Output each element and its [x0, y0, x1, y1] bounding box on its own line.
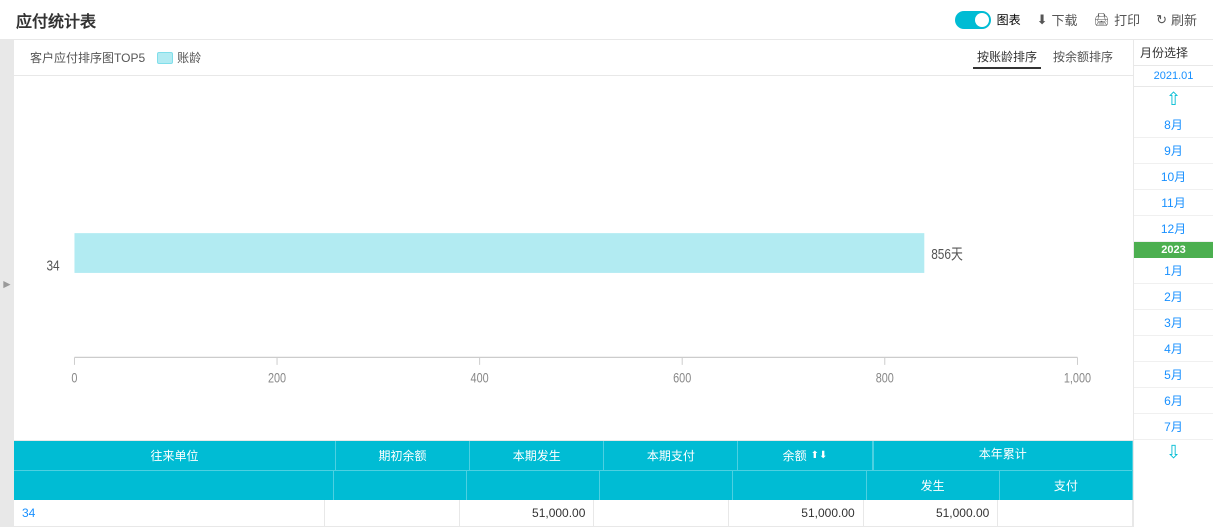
main-content: ► 客户应付排序图TOP5 账龄 按账龄排序 按余额排序 — [0, 40, 1213, 527]
sidebar-month-1[interactable]: 1月 — [1134, 258, 1213, 284]
sidebar-header-label: 月份选择 — [1140, 44, 1188, 61]
chart-controls: 客户应付排序图TOP5 账龄 按账龄排序 按余额排序 — [14, 40, 1133, 76]
sidebar-month-9[interactable]: 9月 — [1134, 138, 1213, 164]
chart-toggle-label: 图表 — [997, 11, 1021, 28]
sidebar-month-11[interactable]: 11月 — [1134, 190, 1213, 216]
svg-text:1,000: 1,000 — [1064, 370, 1091, 385]
th-paid: 本期支付 — [604, 441, 738, 470]
th-sub-paid — [600, 471, 733, 500]
svg-text:0: 0 — [71, 370, 77, 385]
svg-text:200: 200 — [268, 370, 286, 385]
th-opening: 期初余额 — [336, 441, 470, 470]
chart-bar — [74, 233, 924, 273]
sidebar-header: 月份选择 — [1134, 40, 1213, 66]
td-ytd-paid — [998, 500, 1133, 526]
chart-area: 客户应付排序图TOP5 账龄 按账龄排序 按余额排序 34 — [14, 40, 1133, 527]
td-balance: 51,000.00 — [729, 500, 864, 526]
th-sub-occurred — [467, 471, 600, 500]
sidebar-month-10[interactable]: 10月 — [1134, 164, 1213, 190]
sidebar-month-4[interactable]: 4月 — [1134, 336, 1213, 362]
collapse-button[interactable]: ► — [0, 40, 14, 527]
legend-item-age: 账龄 — [157, 49, 201, 66]
svg-text:600: 600 — [673, 370, 691, 385]
header-actions: 图表 ⬇ 下载 🖨 打印 ↻ 刷新 — [955, 10, 1197, 29]
th-ytd: 本年累计 — [873, 441, 1133, 470]
page: 应付统计表 图表 ⬇ 下载 🖨 打印 ↻ 刷新 ► — [0, 0, 1213, 527]
sidebar-month-3[interactable]: 3月 — [1134, 310, 1213, 336]
sidebar-month-6[interactable]: 6月 — [1134, 388, 1213, 414]
download-icon: ⬇ — [1037, 12, 1048, 28]
sidebar-month-8[interactable]: 8月 — [1134, 112, 1213, 138]
chart-toggle[interactable] — [955, 11, 991, 29]
sidebar-year-marker: 2023 — [1134, 242, 1213, 258]
sidebar-month-7[interactable]: 7月 — [1134, 414, 1213, 440]
refresh-button[interactable]: ↻ 刷新 — [1156, 10, 1197, 29]
table-row: 34 51,000.00 51,000.00 51,000.00 — [14, 500, 1133, 527]
th-balance: 余额⬆⬇ — [738, 441, 872, 470]
table-header-row2: 发生 支付 — [14, 470, 1133, 500]
print-icon: 🖨 — [1094, 12, 1111, 28]
sidebar: 月份选择 2021.01 ⇧ 8月 9月 10月 11月 12月 2023 1月… — [1133, 40, 1213, 527]
chart-legend: 客户应付排序图TOP5 账龄 — [30, 49, 201, 66]
chart-svg: 34 856天 0 200 400 600 — [30, 84, 1117, 432]
sidebar-nav-up-button[interactable]: ⇧ — [1134, 87, 1213, 112]
td-opening — [325, 500, 460, 526]
td-ytd-occurred: 51,000.00 — [864, 500, 999, 526]
source-link[interactable]: 34 — [22, 506, 35, 520]
th-sub-ytd-paid: 支付 — [1000, 471, 1133, 500]
th-sub-source — [14, 471, 334, 500]
data-table: 往来单位 期初余额 本期发生 本期支付 余额⬆⬇ 本年累计 发生 支付 — [14, 440, 1133, 527]
sidebar-month-5[interactable]: 5月 — [1134, 362, 1213, 388]
th-sub-balance — [733, 471, 866, 500]
td-paid — [594, 500, 729, 526]
table-header-row1: 往来单位 期初余额 本期发生 本期支付 余额⬆⬇ 本年累计 — [14, 441, 1133, 470]
legend-item-title: 客户应付排序图TOP5 — [30, 49, 145, 66]
header: 应付统计表 图表 ⬇ 下载 🖨 打印 ↻ 刷新 — [0, 0, 1213, 40]
download-button[interactable]: ⬇ 下载 — [1037, 10, 1078, 29]
sort-buttons: 按账龄排序 按余额排序 — [973, 46, 1117, 69]
refresh-icon: ↻ — [1156, 12, 1167, 28]
sidebar-nav-down-button[interactable]: ⇩ — [1134, 440, 1213, 465]
page-title: 应付统计表 — [16, 8, 96, 32]
svg-text:800: 800 — [876, 370, 894, 385]
print-button[interactable]: 🖨 打印 — [1094, 10, 1141, 29]
th-sub-ytd-occurred: 发生 — [867, 471, 1000, 500]
sidebar-month-12[interactable]: 12月 — [1134, 216, 1213, 242]
legend-color-box — [157, 52, 173, 64]
td-source[interactable]: 34 — [14, 500, 325, 526]
download-label: 下载 — [1052, 10, 1078, 29]
sort-by-age-button[interactable]: 按账龄排序 — [973, 46, 1041, 69]
sidebar-current-date: 2021.01 — [1134, 66, 1213, 87]
bar-value-label: 856天 — [931, 246, 963, 263]
svg-text:400: 400 — [471, 370, 489, 385]
legend-title-text: 客户应付排序图TOP5 — [30, 49, 145, 66]
chart-container: 34 856天 0 200 400 600 — [14, 76, 1133, 440]
print-label: 打印 — [1114, 10, 1140, 29]
td-occurred: 51,000.00 — [460, 500, 595, 526]
chart-toggle-wrap: 图表 — [955, 11, 1021, 29]
th-source: 往来单位 — [14, 441, 336, 470]
refresh-label: 刷新 — [1171, 10, 1197, 29]
legend-age-label: 账龄 — [177, 49, 201, 66]
sidebar-month-2[interactable]: 2月 — [1134, 284, 1213, 310]
sort-by-balance-button[interactable]: 按余额排序 — [1049, 46, 1117, 69]
toggle-knob — [975, 13, 989, 27]
th-sub-opening — [334, 471, 467, 500]
th-occurred: 本期发生 — [470, 441, 604, 470]
y-axis-label: 34 — [46, 257, 60, 274]
